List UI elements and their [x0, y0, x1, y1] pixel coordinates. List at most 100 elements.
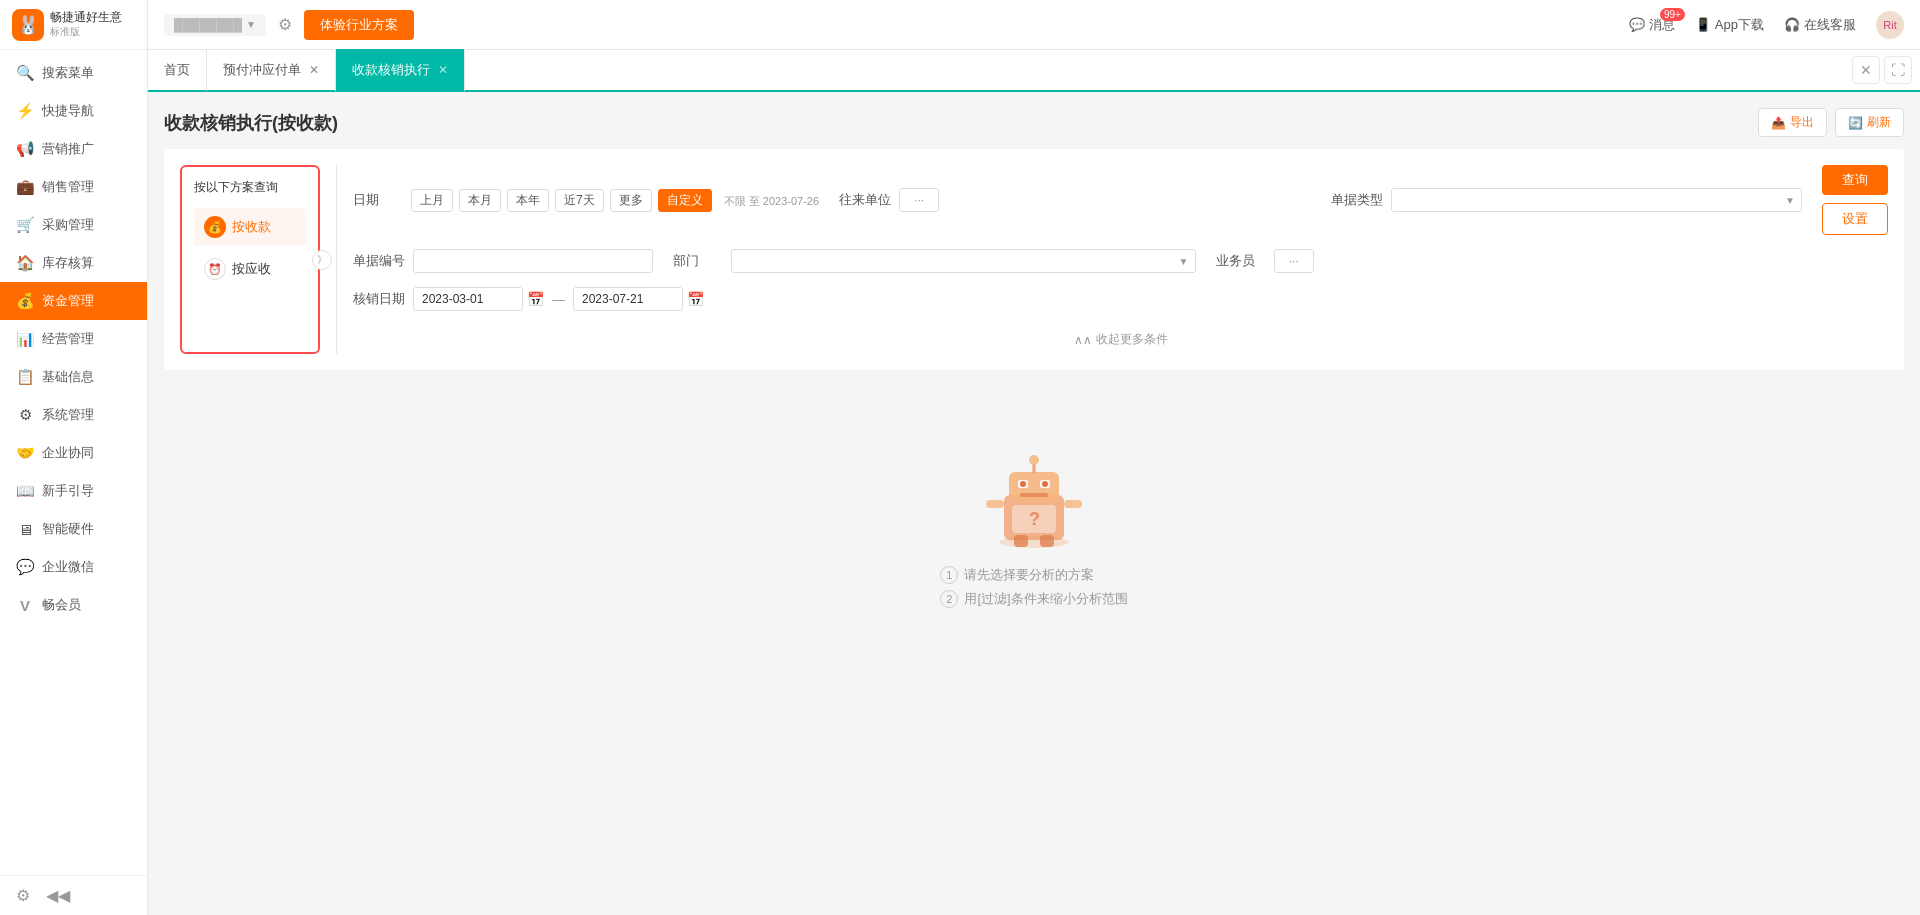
verify-date-start-input[interactable] — [413, 287, 523, 311]
sidebar-item-basic-info[interactable]: 📋 基础信息 — [0, 358, 147, 396]
tab-prepay[interactable]: 预付冲应付单 ✕ — [207, 49, 336, 91]
empty-illustration: ? — [974, 450, 1094, 550]
tab-receipt-verify[interactable]: 收款核销执行 ✕ — [336, 49, 465, 91]
sidebar-item-hardware[interactable]: 🖥 智能硬件 — [0, 510, 147, 548]
verify-date-end-input[interactable] — [573, 287, 683, 311]
partner-select-button[interactable]: ··· — [899, 188, 939, 212]
filter-area: 按以下方案查询 💰 按收款 ⏰ 按应收 》 日期 — [164, 149, 1904, 370]
bill-no-input[interactable] — [413, 249, 653, 273]
tab-prepay-close-icon[interactable]: ✕ — [309, 63, 319, 77]
sidebar-item-search[interactable]: 🔍 搜索菜单 — [0, 54, 147, 92]
topbar: ████████ ▼ ⚙ 体验行业方案 💬 消息 99+ 📱 App下载 🎧 在… — [148, 0, 1920, 50]
sidebar-item-wechat[interactable]: 💬 企业微信 — [0, 548, 147, 586]
sidebar-nav: 🔍 搜索菜单 ⚡ 快捷导航 📢 营销推广 💼 销售管理 🛒 采购管理 🏠 库存核… — [0, 50, 147, 875]
svg-rect-11 — [1064, 500, 1082, 508]
settings-button[interactable]: 设置 — [1822, 203, 1888, 235]
messages-button[interactable]: 💬 消息 99+ — [1629, 16, 1675, 34]
date-btn-custom[interactable]: 自定义 — [658, 189, 712, 212]
bill-type-select[interactable]: ▼ — [1391, 188, 1802, 212]
partner-label: 往来单位 — [839, 191, 891, 209]
filter-option-by-receipt[interactable]: 💰 按收款 — [194, 208, 306, 246]
tab-home-label: 首页 — [164, 61, 190, 79]
footer-collapse-icon[interactable]: ◀◀ — [46, 886, 70, 905]
export-button[interactable]: 📤 导出 — [1758, 108, 1827, 137]
sidebar-item-purchase[interactable]: 🛒 采购管理 — [0, 206, 147, 244]
svg-rect-2 — [1009, 472, 1059, 502]
topbar-dropdown-icon[interactable]: ▼ — [246, 19, 256, 30]
svg-text:?: ? — [1029, 509, 1040, 529]
date-btn-7days[interactable]: 近7天 — [555, 189, 604, 212]
empty-hints: 1 请先选择要分析的方案 2 用[过滤]条件来缩小分析范围 — [940, 566, 1127, 608]
verify-date-end-calendar-icon[interactable]: 📅 — [687, 291, 704, 307]
dept-input[interactable] — [732, 250, 1173, 272]
sidebar-item-finance[interactable]: 💰 资金管理 — [0, 282, 147, 320]
logo-icon: 🐰 — [12, 9, 44, 41]
date-btn-more[interactable]: 更多 — [610, 189, 652, 212]
user-profile[interactable]: Rit — [1876, 11, 1904, 39]
tab-prepay-label: 预付冲应付单 — [223, 61, 301, 79]
sidebar-item-vip[interactable]: V 畅会员 — [0, 586, 147, 624]
search-button[interactable]: 查询 — [1822, 165, 1888, 195]
message-icon: 💬 — [1629, 17, 1645, 32]
message-badge: 99+ — [1660, 8, 1685, 21]
hardware-icon: 🖥 — [16, 521, 34, 538]
footer-settings-icon[interactable]: ⚙ — [16, 886, 30, 905]
filter-row-3: 核销日期 📅 — 📅 — [353, 287, 1888, 311]
filter-option-receipt-label: 按收款 — [232, 218, 271, 236]
topbar-settings-icon[interactable]: ⚙ — [278, 15, 292, 34]
date-btn-this-year[interactable]: 本年 — [507, 189, 549, 212]
svg-rect-12 — [1014, 535, 1028, 547]
dept-select[interactable]: ▼ — [731, 249, 1196, 273]
verify-date-start-calendar-icon[interactable]: 📅 — [527, 291, 544, 307]
page-header-actions: 📤 导出 🔄 刷新 — [1758, 108, 1904, 137]
guide-icon: 📖 — [16, 482, 34, 500]
salesperson-select-button[interactable]: ··· — [1274, 249, 1314, 273]
online-service-button[interactable]: 🎧 在线客服 — [1784, 16, 1856, 34]
filter-field-bill-type: 单据类型 ▼ — [1331, 188, 1802, 212]
sidebar-item-system[interactable]: ⚙ 系统管理 — [0, 396, 147, 434]
hint-num-1: 1 — [940, 566, 958, 584]
tab-expand-button[interactable]: ⛶ — [1884, 56, 1912, 84]
sidebar-item-marketing[interactable]: 📢 营销推广 — [0, 130, 147, 168]
collapse-more-button[interactable]: ∧∧ 收起更多条件 — [1074, 331, 1168, 348]
industry-solution-button[interactable]: 体验行业方案 — [304, 10, 414, 40]
filter-field-dept: 部门 ▼ — [673, 249, 1196, 273]
date-btn-this-month[interactable]: 本月 — [459, 189, 501, 212]
empty-hint-2: 2 用[过滤]条件来缩小分析范围 — [940, 590, 1127, 608]
sidebar-item-sales[interactable]: 💼 销售管理 — [0, 168, 147, 206]
sales-icon: 💼 — [16, 178, 34, 196]
date-range-separator: — — [552, 292, 565, 307]
collapse-more-row: ∧∧ 收起更多条件 — [353, 325, 1888, 354]
topbar-brand-text: ████████ — [174, 18, 242, 32]
app-download-button[interactable]: 📱 App下载 — [1695, 16, 1764, 34]
vip-icon: V — [16, 597, 34, 614]
refresh-button[interactable]: 🔄 刷新 — [1835, 108, 1904, 137]
bill-type-label: 单据类型 — [1331, 191, 1383, 209]
filter-option-by-receivable[interactable]: ⏰ 按应收 — [194, 250, 306, 288]
collab-icon: 🤝 — [16, 444, 34, 462]
sidebar-item-label-finance: 资金管理 — [42, 292, 94, 310]
refresh-icon: 🔄 — [1848, 116, 1863, 130]
sidebar: 🐰 畅捷通好生意 标准版 🔍 搜索菜单 ⚡ 快捷导航 📢 营销推广 💼 销售管理… — [0, 0, 148, 915]
dept-dropdown-icon: ▼ — [1173, 252, 1195, 271]
empty-state: ? 1 请先选择要分析的方案 2 用[过滤]条件来缩小分析范围 — [164, 370, 1904, 688]
sidebar-item-collab[interactable]: 🤝 企业协同 — [0, 434, 147, 472]
tab-close-all-button[interactable]: ✕ — [1852, 56, 1880, 84]
sidebar-item-operations[interactable]: 📊 经营管理 — [0, 320, 147, 358]
receivable-option-icon: ⏰ — [204, 258, 226, 280]
logo-text-group: 畅捷通好生意 标准版 — [50, 10, 122, 40]
tab-home[interactable]: 首页 — [148, 49, 207, 91]
filter-panel-collapse-button[interactable]: 》 — [312, 250, 332, 270]
bill-type-input[interactable] — [1392, 189, 1780, 211]
date-btn-last-month[interactable]: 上月 — [411, 189, 453, 212]
purchase-icon: 🛒 — [16, 216, 34, 234]
sidebar-logo: 🐰 畅捷通好生意 标准版 — [0, 0, 147, 50]
sidebar-item-guide[interactable]: 📖 新手引导 — [0, 472, 147, 510]
sidebar-item-inventory[interactable]: 🏠 库存核算 — [0, 244, 147, 282]
main-content: ████████ ▼ ⚙ 体验行业方案 💬 消息 99+ 📱 App下载 🎧 在… — [148, 0, 1920, 915]
tab-receipt-close-icon[interactable]: ✕ — [438, 63, 448, 77]
tabbar: 首页 预付冲应付单 ✕ 收款核销执行 ✕ ✕ ⛶ — [148, 50, 1920, 92]
filter-field-salesperson: 业务员 ··· — [1216, 249, 1739, 273]
sidebar-item-quick-nav[interactable]: ⚡ 快捷导航 — [0, 92, 147, 130]
svg-point-9 — [1029, 455, 1039, 465]
